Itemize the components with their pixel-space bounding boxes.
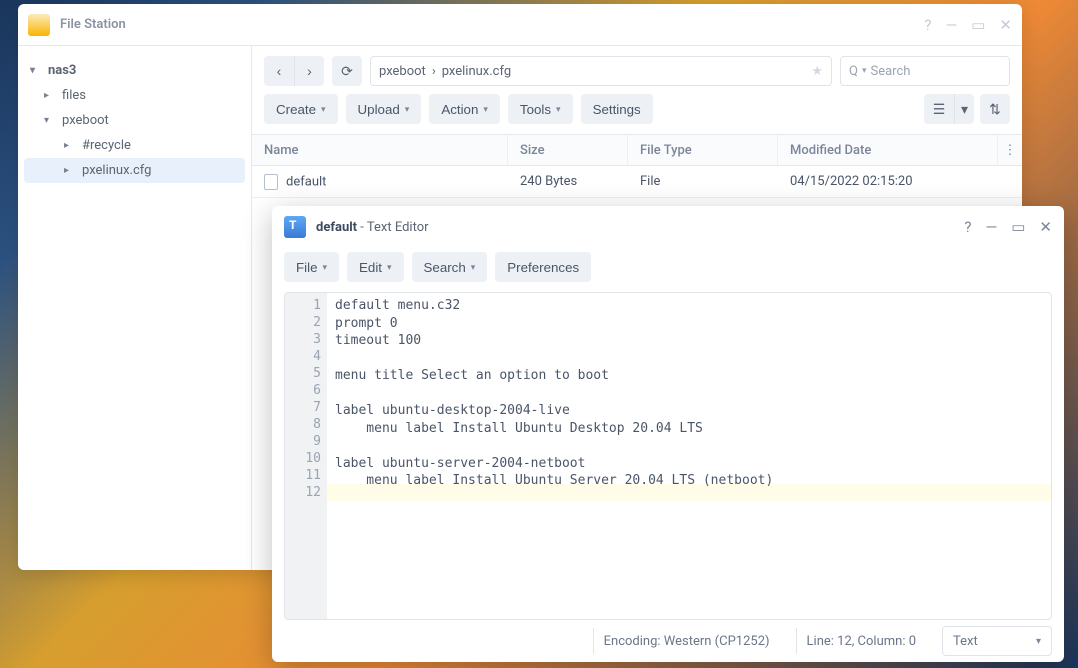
folder-tree: ▾ nas3 ▸ files ▾ pxeboot ▸ #recycle ▸ px… [18,46,252,570]
star-icon[interactable]: ★ [811,64,823,79]
caret-right-icon: ▸ [44,90,56,101]
maximize-icon[interactable]: ▭ [1011,218,1025,236]
tree-item-pxeboot[interactable]: ▾ pxeboot [24,108,245,133]
nav-forward-button[interactable]: › [294,56,324,86]
status-bar: Encoding: Western (CP1252) Line: 12, Col… [272,620,1064,662]
caret-right-icon: ▸ [64,140,76,151]
action-button[interactable]: Action▾ [429,94,500,124]
chevron-down-icon: ▾ [862,66,867,76]
file-menu[interactable]: File▾ [284,252,339,282]
preferences-button[interactable]: Preferences [495,252,591,282]
editor-content[interactable]: default menu.c32 prompt 0 timeout 100 me… [327,293,1051,619]
status-encoding[interactable]: Encoding: Western (CP1252) [593,628,780,654]
tools-button[interactable]: Tools▾ [508,94,573,124]
search-menu[interactable]: Search▾ [412,252,488,282]
sort-button[interactable]: ⇅ [980,94,1010,124]
col-name[interactable]: Name [252,135,508,165]
refresh-button[interactable]: ⟳ [332,56,362,86]
help-icon[interactable]: ? [924,16,931,34]
code-editor[interactable]: 123456789101112 default menu.c32 prompt … [284,292,1052,620]
chevron-right-icon: › [432,64,436,79]
view-dropdown-button[interactable]: ▾ [954,94,974,124]
tree-item-files[interactable]: ▸ files [24,83,245,108]
status-position: Line: 12, Column: 0 [796,628,926,654]
help-icon[interactable]: ? [964,218,971,236]
file-icon [264,174,278,190]
col-size[interactable]: Size [508,135,628,165]
line-gutter: 123456789101112 [285,293,327,619]
breadcrumb[interactable]: pxeboot › pxelinux.cfg ★ [370,56,832,86]
maximize-icon[interactable]: ▭ [971,16,985,34]
close-icon[interactable]: ✕ [999,16,1012,34]
window-title: default - Text Editor [316,220,964,235]
upload-button[interactable]: Upload▾ [346,94,422,124]
minimize-icon[interactable]: ― [986,218,998,236]
chevron-down-icon: ▾ [1036,636,1041,647]
app-title: File Station [60,17,924,32]
caret-down-icon: ▾ [44,115,56,126]
tree-item-recycle[interactable]: ▸ #recycle [24,133,245,158]
text-editor-titlebar[interactable]: default - Text Editor ? ― ▭ ✕ [272,206,1064,248]
col-type[interactable]: File Type [628,135,778,165]
tree-item-pxelinux-cfg[interactable]: ▸ pxelinux.cfg [24,158,245,183]
create-button[interactable]: Create▾ [264,94,338,124]
syntax-select[interactable]: Text ▾ [942,626,1052,656]
nav-back-button[interactable]: ‹ [264,56,294,86]
search-input[interactable]: Q▾ Search [840,56,1010,86]
text-editor-window: default - Text Editor ? ― ▭ ✕ File▾ Edit… [272,206,1064,662]
text-editor-app-icon [284,216,306,238]
tree-root[interactable]: ▾ nas3 [24,58,245,83]
file-station-titlebar[interactable]: File Station ? ― ▭ ✕ [18,4,1022,46]
table-row[interactable]: default 240 Bytes File 04/15/2022 02:15:… [252,166,1022,198]
close-icon[interactable]: ✕ [1039,218,1052,236]
caret-down-icon: ▾ [30,65,42,76]
edit-menu[interactable]: Edit▾ [347,252,404,282]
folder-app-icon [28,14,50,36]
caret-right-icon: ▸ [64,165,76,176]
minimize-icon[interactable]: ― [946,16,958,34]
search-icon: Q [849,64,858,79]
col-menu-icon[interactable]: ⋮ [998,135,1022,165]
settings-button[interactable]: Settings [581,94,653,124]
view-list-button[interactable]: ☰ [924,94,954,124]
col-modified[interactable]: Modified Date [778,135,998,165]
